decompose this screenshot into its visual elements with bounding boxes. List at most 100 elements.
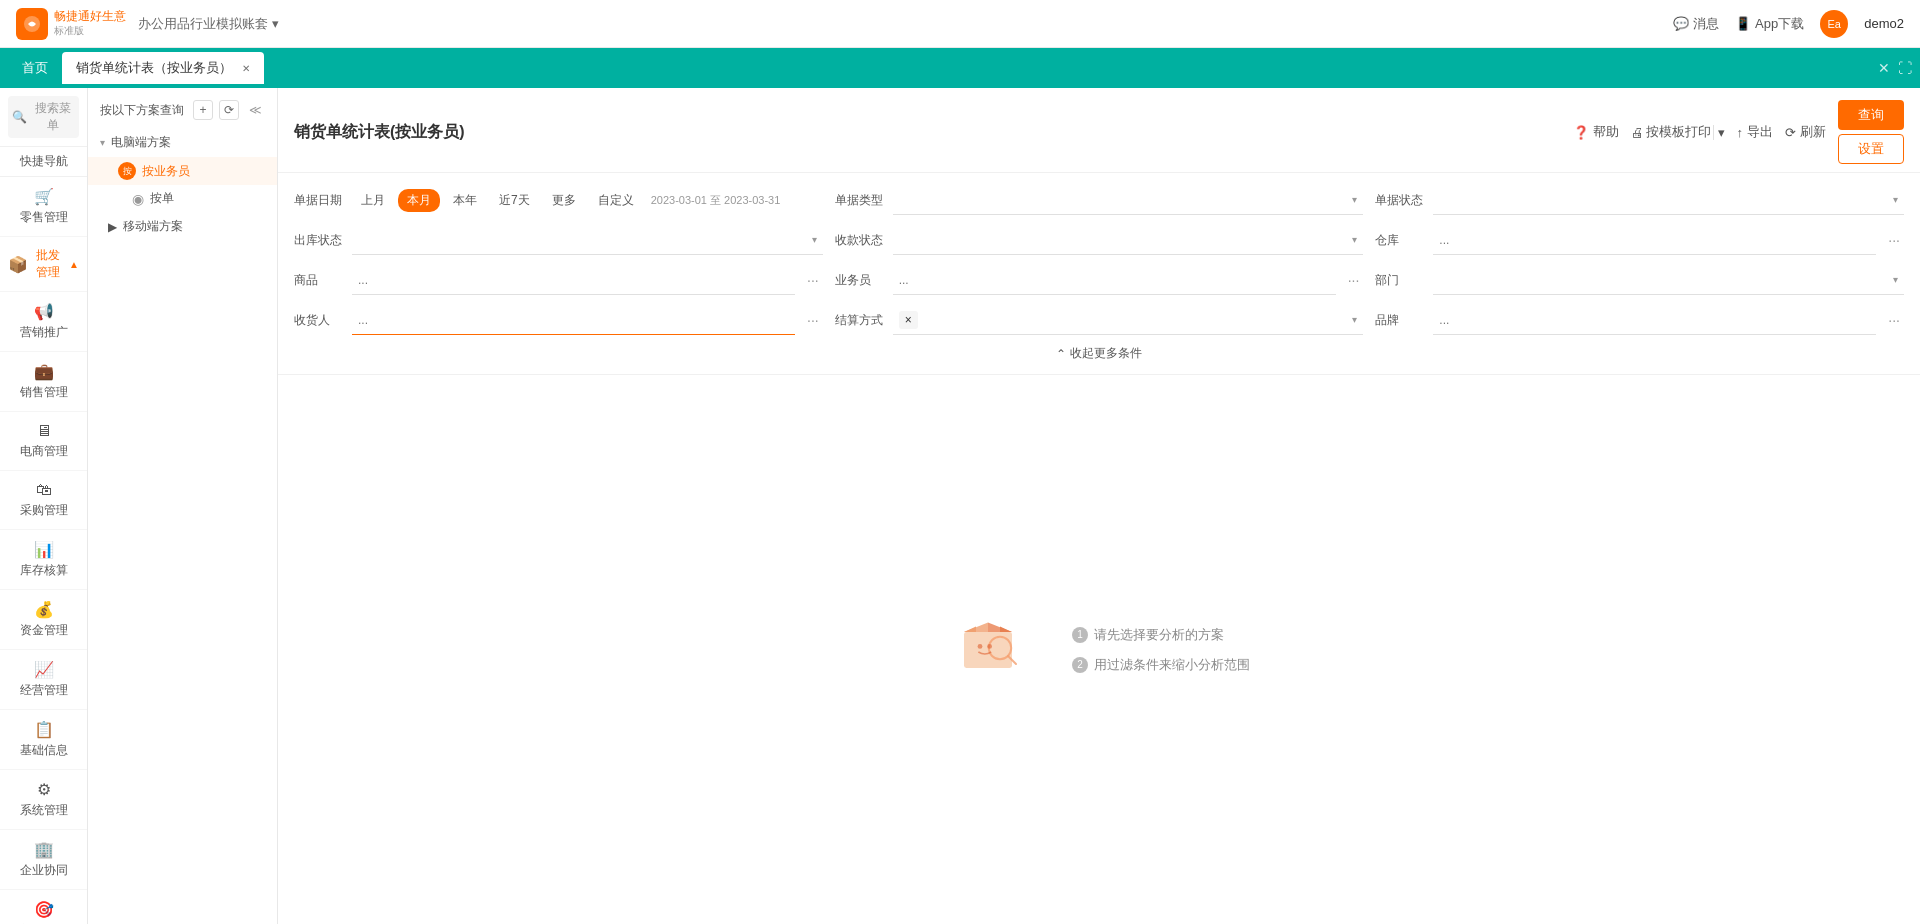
app-download-btn[interactable]: 📱 App下载: [1735, 15, 1804, 33]
sidebar-item-purchase-label: 采购管理: [20, 502, 68, 519]
doc-status-arrow-icon: ▾: [1893, 194, 1898, 205]
tree-sub-child-label: 按单: [150, 190, 174, 207]
doc-status-select[interactable]: ▾: [1433, 185, 1904, 215]
date-more-btn[interactable]: 更多: [543, 189, 585, 212]
sidebar-item-retail[interactable]: 🛒 零售管理: [0, 177, 87, 237]
app-download-label: App下载: [1755, 15, 1804, 33]
page-title-bar: 销货单统计表(按业务员) ❓ 帮助 🖨 按模板打印 ▾ ↑: [278, 88, 1920, 173]
search-menu-btn[interactable]: 🔍 搜索菜单: [8, 96, 79, 138]
empty-text: 1 请先选择要分析的方案 2 用过滤条件来缩小分析范围: [1072, 626, 1250, 674]
brand-input[interactable]: [1433, 305, 1876, 335]
sidebar-item-purchase[interactable]: 🛍 采购管理: [0, 471, 87, 530]
panel-header: 按以下方案查询 + ⟳ ≪: [88, 96, 277, 128]
date-this-month-btn[interactable]: 本月: [398, 189, 440, 212]
warehouse-more-icon[interactable]: ···: [1884, 232, 1904, 248]
sidebar-item-finance[interactable]: 💰 资金管理: [0, 590, 87, 650]
refresh-btn[interactable]: ⟳ 刷新: [1785, 123, 1826, 141]
refresh-label: 刷新: [1800, 123, 1826, 141]
brand-more-icon[interactable]: ···: [1884, 312, 1904, 328]
message-btn[interactable]: 💬 消息: [1673, 15, 1719, 33]
purchase-icon: 🛍: [36, 481, 52, 499]
avatar[interactable]: Ea: [1820, 10, 1848, 38]
staff-input[interactable]: [893, 265, 1336, 295]
receiver-input[interactable]: [352, 305, 795, 335]
sidebar-item-wholesale[interactable]: 📦 批发管理 ▲: [0, 237, 87, 292]
add-plan-btn[interactable]: +: [193, 100, 213, 120]
sidebar-item-ecommerce[interactable]: 🖥 电商管理: [0, 412, 87, 471]
tree-sub-child-by-order[interactable]: ◉ 按单: [88, 185, 277, 212]
payment-status-select[interactable]: ▾: [893, 225, 1364, 255]
payment-tag-close-icon[interactable]: ×: [905, 313, 912, 327]
sidebar-item-corp[interactable]: 🏢 企业协同: [0, 830, 87, 890]
payment-method-select[interactable]: × ▾: [893, 305, 1364, 335]
filter-doc-status-item: 单据状态 ▾: [1375, 185, 1904, 215]
sidebar-item-newbie[interactable]: 🎯 新手引导: [0, 890, 87, 924]
date-this-year-btn[interactable]: 本年: [444, 189, 486, 212]
help-label: 帮助: [1593, 123, 1619, 141]
breadcrumb-text: 办公用品行业模拟账套: [138, 15, 268, 33]
payment-method-tag: ×: [899, 311, 918, 329]
main-layout: 🔍 搜索菜单 快捷导航 🛒 零售管理 📦 批发管理 ▲ 📢 营销推广 💼 销售管…: [0, 88, 1920, 924]
date-last-7days-btn[interactable]: 近7天: [490, 189, 539, 212]
sidebar-item-sales[interactable]: 💼 销售管理: [0, 352, 87, 412]
settings-button[interactable]: 设置: [1838, 134, 1904, 164]
collapse-more-btn[interactable]: ⌃ 收起更多条件: [294, 345, 1904, 362]
filter-out-status-item: 出库状态 ▾: [294, 225, 823, 255]
sidebar-item-operation[interactable]: 📈 经营管理: [0, 650, 87, 710]
wholesale-icon: 📦: [8, 255, 28, 274]
sidebar-item-marketing[interactable]: 📢 营销推广: [0, 292, 87, 352]
export-btn[interactable]: ↑ 导出: [1737, 123, 1774, 141]
receiver-label: 收货人: [294, 312, 344, 329]
sidebar-item-inventory[interactable]: 📊 库存核算: [0, 530, 87, 590]
date-range-text: 2023-03-01 至 2023-03-31: [651, 193, 781, 208]
marketing-icon: 📢: [34, 302, 54, 321]
out-status-select[interactable]: ▾: [352, 225, 823, 255]
tree-label-mobile: 移动端方案: [123, 218, 183, 235]
tree-child-by-staff[interactable]: 按 按业务员: [88, 157, 277, 185]
filter-warehouse-item: 仓库 ···: [1375, 225, 1904, 255]
help-btn[interactable]: ❓ 帮助: [1573, 123, 1619, 141]
collapse-panel-btn[interactable]: ≪: [245, 100, 265, 120]
filter-area: 单据日期 上月 本月 本年 近7天 更多 自定义 2023-03-01 至 20…: [278, 173, 1920, 375]
out-status-label: 出库状态: [294, 232, 344, 249]
breadcrumb[interactable]: 办公用品行业模拟账套 ▾: [138, 15, 279, 33]
doc-type-select[interactable]: ▾: [893, 185, 1364, 215]
staff-more-icon[interactable]: ···: [1344, 272, 1364, 288]
payment-status-label: 收款状态: [835, 232, 885, 249]
svg-marker-4: [964, 626, 976, 632]
warehouse-label: 仓库: [1375, 232, 1425, 249]
query-button[interactable]: 查询: [1838, 100, 1904, 130]
title-actions: ❓ 帮助 🖨 按模板打印 ▾ ↑ 导出 ⟳: [1573, 100, 1905, 164]
filter-row-3: 商品 ··· 业务员 ··· 部门: [294, 265, 1904, 295]
goods-more-icon[interactable]: ···: [803, 272, 823, 288]
tab-sales-stat[interactable]: 销货单统计表（按业务员） ✕: [62, 52, 264, 84]
refresh-plan-btn[interactable]: ⟳: [219, 100, 239, 120]
step-1-num: 1: [1072, 627, 1088, 643]
filter-payment-method-item: 结算方式 × ▾: [835, 305, 1364, 335]
empty-step-1: 1 请先选择要分析的方案: [1072, 626, 1250, 644]
page-container: 按以下方案查询 + ⟳ ≪ ▾ 电脑端方案 按 按业务员: [88, 88, 1920, 924]
doc-type-arrow-icon: ▾: [1352, 194, 1357, 205]
dept-select[interactable]: ▾: [1433, 265, 1904, 295]
warehouse-input[interactable]: [1433, 225, 1876, 255]
tree-item-mobile[interactable]: ▶ 移动端方案: [88, 212, 277, 241]
tab-home-label: 首页: [22, 59, 48, 77]
tab-expand-icon[interactable]: ⛶: [1898, 60, 1912, 76]
receiver-more-icon[interactable]: ···: [803, 312, 823, 328]
goods-input[interactable]: [352, 265, 795, 295]
logo-text-area: 畅捷通好生意 标准版: [54, 9, 126, 37]
tab-close-all-icon[interactable]: ✕: [1878, 60, 1890, 76]
date-custom-btn[interactable]: 自定义: [589, 189, 643, 212]
print-dropdown-arrow-icon[interactable]: ▾: [1713, 125, 1725, 140]
logo-sub: 标准版: [54, 24, 126, 38]
sidebar-item-system[interactable]: ⚙ 系统管理: [0, 770, 87, 830]
tree-item-pc[interactable]: ▾ 电脑端方案: [88, 128, 277, 157]
svg-point-8: [978, 644, 983, 649]
date-last-month-btn[interactable]: 上月: [352, 189, 394, 212]
sidebar-item-basic[interactable]: 📋 基础信息: [0, 710, 87, 770]
tab-home[interactable]: 首页: [8, 52, 62, 84]
quick-nav-btn[interactable]: 快捷导航: [0, 147, 87, 177]
tab-close-icon[interactable]: ✕: [242, 63, 250, 74]
filter-date-item: 单据日期 上月 本月 本年 近7天 更多 自定义 2023-03-01 至 20…: [294, 189, 823, 212]
print-btn[interactable]: 🖨 按模板打印 ▾: [1631, 123, 1725, 141]
